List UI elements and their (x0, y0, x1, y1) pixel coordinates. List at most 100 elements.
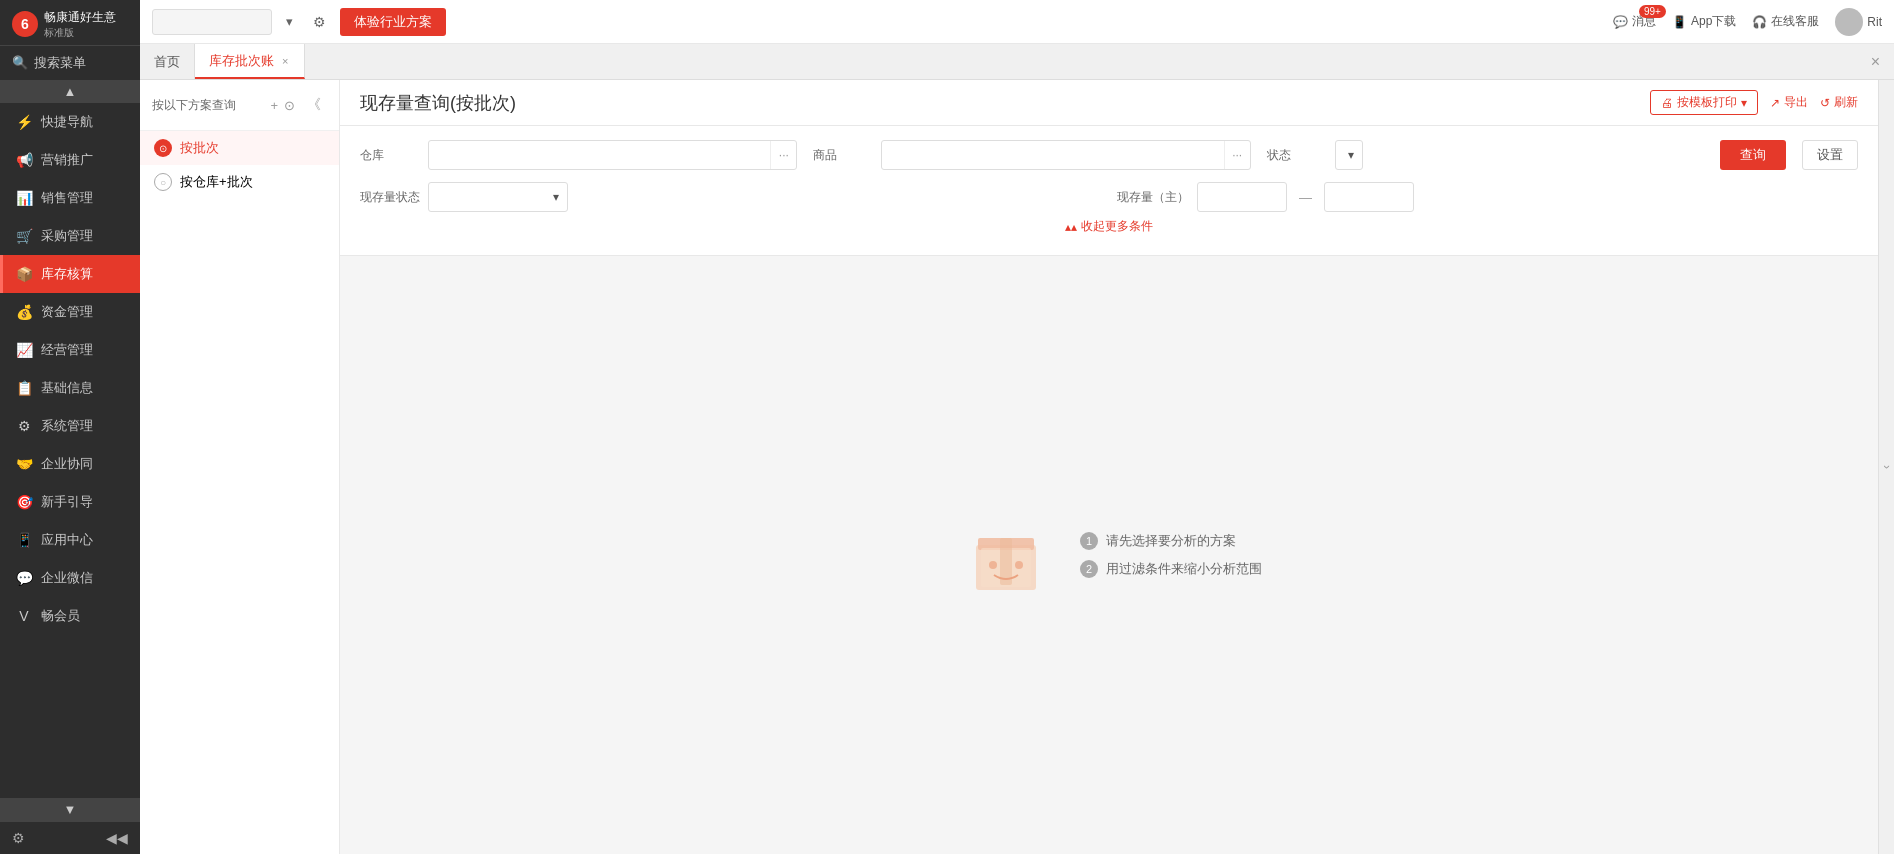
settings-icon[interactable]: ⚙ (12, 830, 25, 846)
messages-btn[interactable]: 💬 消息 99+ (1613, 13, 1656, 30)
inventory-status-dropdown[interactable]: ▾ (428, 182, 568, 212)
topbar-left: ▾ ⚙ 体验行业方案 (152, 8, 1603, 36)
empty-state: 1 请先选择要分析的方案 2 用过滤条件来缩小分析范围 (340, 256, 1878, 854)
quantity-max-input[interactable] (1324, 182, 1414, 212)
plan-item-by-batch[interactable]: ⊙ 按批次 (140, 131, 339, 165)
warehouse-input[interactable] (429, 141, 770, 169)
empty-tip-1: 1 请先选择要分析的方案 (1080, 532, 1262, 550)
topbar-dropdown[interactable]: ▾ (280, 10, 299, 33)
warehouse-label: 仓库 (360, 147, 420, 164)
sidebar-item-enterprise-wechat[interactable]: 💬 企业微信 (0, 559, 140, 597)
collapse-filter-btn[interactable]: ▴▴ 收起更多条件 (360, 212, 1858, 241)
left-panel: 按以下方案查询 + ⊙ 《 ⊙ 按批次 ○ 按仓库+批次 (140, 80, 340, 854)
status-label: 状态 (1267, 147, 1327, 164)
plan-active-icon: ⊙ (154, 139, 172, 157)
sidebar-item-enterprise[interactable]: 🤝 企业协同 (0, 445, 140, 483)
sidebar-nav: ⚡ 快捷导航 📢 营销推广 📊 销售管理 🛒 采购管理 📦 库存核算 💰 资金管… (0, 103, 140, 798)
export-icon: ↗ (1770, 96, 1780, 110)
topbar: ▾ ⚙ 体验行业方案 💬 消息 99+ 📱 App下载 🎧 在线客服 (140, 0, 1894, 44)
print-btn[interactable]: 🖨 按模板打印 ▾ (1650, 90, 1758, 115)
product-more-btn[interactable]: ··· (1224, 141, 1250, 169)
export-btn[interactable]: ↗ 导出 (1770, 94, 1808, 111)
main-content: ▾ ⚙ 体验行业方案 💬 消息 99+ 📱 App下载 🎧 在线客服 (140, 0, 1894, 854)
product-field: 商品 ··· (813, 140, 1250, 170)
sidebar-header: 6 畅康通好生意 标准版 (0, 0, 140, 46)
svg-point-5 (1015, 561, 1023, 569)
warehouse-field: 仓库 ··· (360, 140, 797, 170)
empty-tip-2: 2 用过滤条件来缩小分析范围 (1080, 560, 1262, 578)
right-collapse-panel[interactable]: › (1878, 80, 1894, 854)
collapse-sidebar-icon[interactable]: ◀◀ (106, 830, 128, 846)
sidebar-item-purchase[interactable]: 🛒 采购管理 (0, 217, 140, 255)
left-panel-header: 按以下方案查询 + ⊙ 《 (140, 80, 339, 131)
tab-home[interactable]: 首页 (140, 44, 195, 79)
quick-nav-icon: ⚡ (15, 113, 33, 131)
collapse-filter-icon: ▴▴ (1065, 220, 1077, 234)
tab-close-batch[interactable]: × (280, 55, 290, 67)
sidebar-item-operations[interactable]: 📈 经营管理 (0, 331, 140, 369)
product-input-group: ··· (881, 140, 1250, 170)
refresh-btn[interactable]: ↺ 刷新 (1820, 94, 1858, 111)
sidebar-item-app-center[interactable]: 📱 应用中心 (0, 521, 140, 559)
status-field: 状态 ▾ (1267, 140, 1704, 170)
quantity-min-input[interactable] (1197, 182, 1287, 212)
product-label: 商品 (813, 147, 873, 164)
sidebar-item-system[interactable]: ⚙ 系统管理 (0, 407, 140, 445)
topbar-right: 💬 消息 99+ 📱 App下载 🎧 在线客服 Rit (1613, 8, 1882, 36)
tab-batch-account[interactable]: 库存批次账 × (195, 44, 305, 79)
avatar (1835, 8, 1863, 36)
sidebar-scroll-up[interactable]: ▲ (0, 80, 140, 103)
purchase-icon: 🛒 (15, 227, 33, 245)
add-plan-icon[interactable]: + (270, 98, 278, 113)
settings-btn[interactable]: 设置 (1802, 140, 1858, 170)
collapse-left-panel-icon[interactable]: 《 (301, 90, 327, 120)
content-area: 按以下方案查询 + ⊙ 《 ⊙ 按批次 ○ 按仓库+批次 现存量查询(按批次) (140, 80, 1894, 854)
sidebar-search[interactable]: 🔍 搜索菜单 (0, 46, 140, 80)
scroll-up-icon: ▲ (64, 84, 77, 99)
message-icon: 💬 (1613, 15, 1628, 29)
status-dropdown[interactable]: ▾ (1335, 140, 1363, 170)
sidebar-scroll-down[interactable]: ▼ (0, 798, 140, 821)
right-collapse-icon: › (1880, 465, 1894, 469)
enterprise-wechat-icon: 💬 (15, 569, 33, 587)
empty-illustration (956, 510, 1056, 600)
left-panel-actions: + ⊙ 《 (270, 90, 327, 120)
app-name: 畅康通好生意 标准版 (44, 10, 116, 39)
sidebar-footer: ⚙ ◀◀ (0, 821, 140, 854)
dropdown-chevron-icon: ▾ (286, 14, 293, 29)
sidebar-item-vip[interactable]: V 畅会员 (0, 597, 140, 635)
quantity-field: 现存量（主） — (1117, 182, 1858, 212)
inventory-status-chevron-icon: ▾ (553, 190, 559, 204)
filter-row-1: 仓库 ··· 商品 ··· (360, 140, 1858, 170)
status-chevron-icon: ▾ (1348, 148, 1354, 162)
svg-point-4 (989, 561, 997, 569)
filter-area: 仓库 ··· 商品 ··· (340, 126, 1878, 256)
sidebar-item-basic[interactable]: 📋 基础信息 (0, 369, 140, 407)
topbar-gear-btn[interactable]: ⚙ (307, 10, 332, 34)
app-download-btn[interactable]: 📱 App下载 (1672, 13, 1736, 30)
inventory-status-label: 现存量状态 (360, 189, 420, 206)
close-all-tabs-btn[interactable]: × (1857, 53, 1894, 71)
system-icon: ⚙ (15, 417, 33, 435)
gear-icon: ⚙ (313, 14, 326, 30)
sidebar-item-sales[interactable]: 📊 销售管理 (0, 179, 140, 217)
filter-row-2: 现存量状态 ▾ 现存量（主） — (360, 182, 1858, 212)
experience-btn[interactable]: 体验行业方案 (340, 8, 446, 36)
product-input[interactable] (882, 141, 1223, 169)
online-service-btn[interactable]: 🎧 在线客服 (1752, 13, 1819, 30)
sidebar-item-inventory[interactable]: 📦 库存核算 (0, 255, 140, 293)
sidebar-item-finance[interactable]: 💰 资金管理 (0, 293, 140, 331)
tabs-bar: 首页 库存批次账 × × (140, 44, 1894, 80)
plan-item-by-warehouse-batch[interactable]: ○ 按仓库+批次 (140, 165, 339, 199)
warehouse-more-btn[interactable]: ··· (770, 141, 796, 169)
query-btn[interactable]: 查询 (1720, 140, 1786, 170)
plan-settings-icon[interactable]: ⊙ (284, 98, 295, 113)
sidebar-item-marketing[interactable]: 📢 营销推广 (0, 141, 140, 179)
inventory-icon: 📦 (15, 265, 33, 283)
printer-icon: 🖨 (1661, 96, 1673, 110)
sidebar-item-quick-nav[interactable]: ⚡ 快捷导航 (0, 103, 140, 141)
sidebar-item-newbie[interactable]: 🎯 新手引导 (0, 483, 140, 521)
user-avatar-btn[interactable]: Rit (1835, 8, 1882, 36)
page-header-actions: 🖨 按模板打印 ▾ ↗ 导出 ↺ 刷新 (1650, 90, 1858, 115)
vip-icon: V (15, 607, 33, 625)
